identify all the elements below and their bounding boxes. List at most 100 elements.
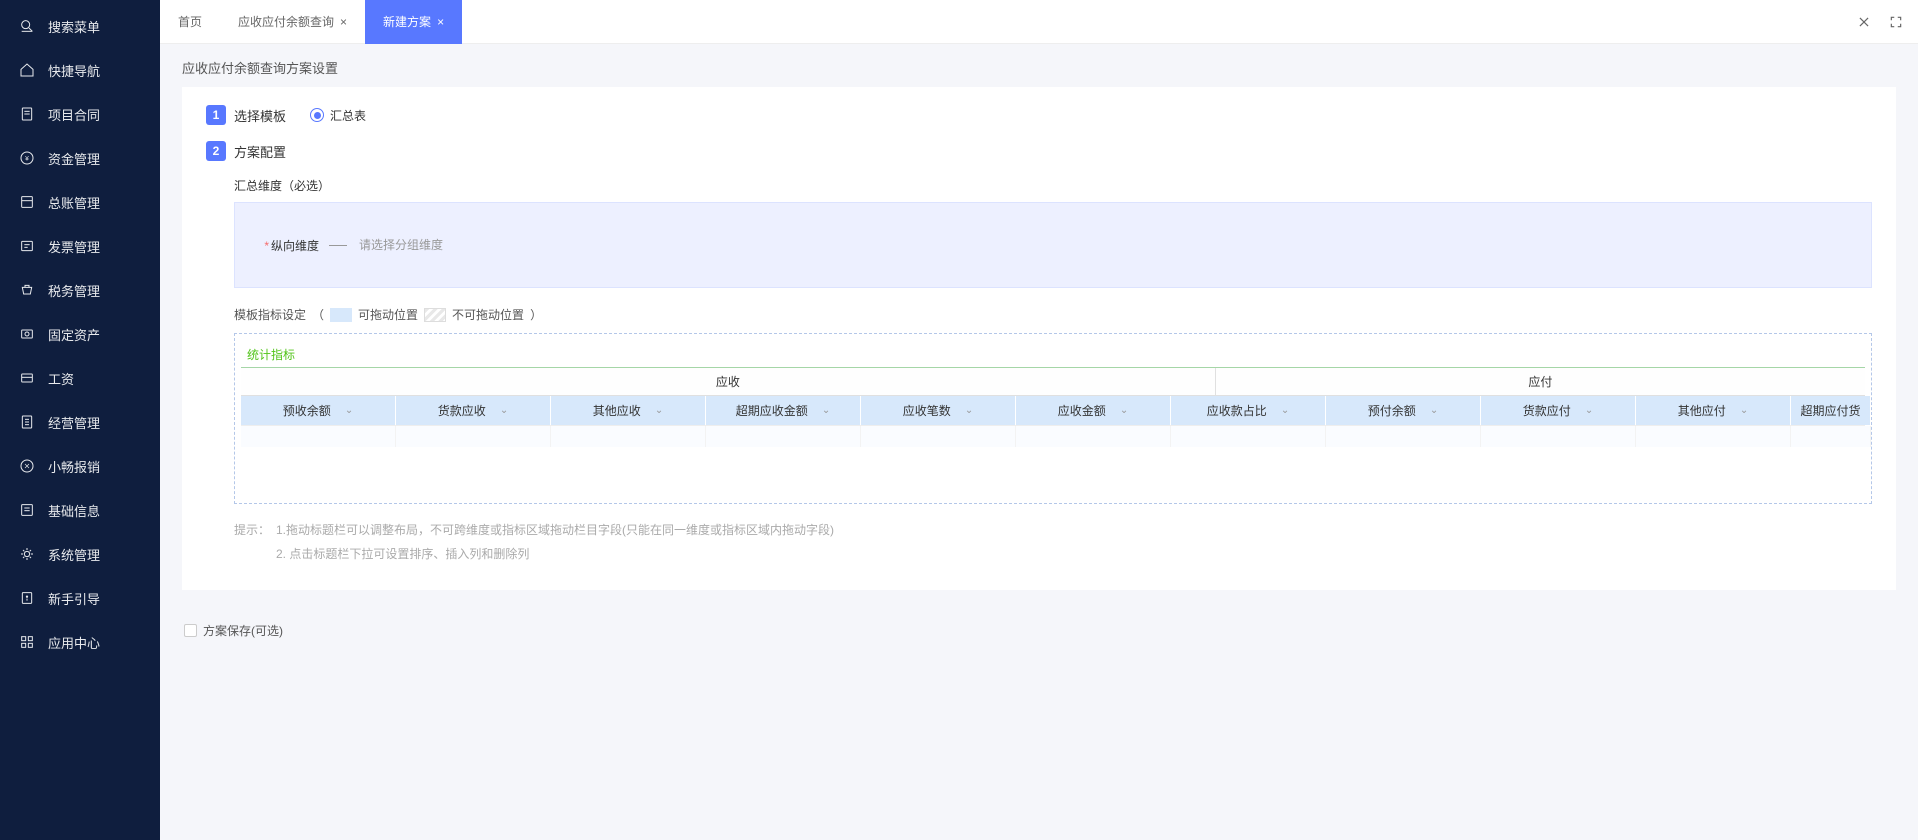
money-icon: ¥ <box>18 149 36 167</box>
guide-icon <box>18 589 36 607</box>
tab-home[interactable]: 首页 <box>160 0 220 44</box>
dimension-box: *纵向维度 <box>234 202 1872 288</box>
col-header[interactable]: 货款应收⌄ <box>396 396 551 425</box>
main: 首页 应收应付余额查询 × 新建方案 × 应收应付余额查询方案设置 <box>160 0 1918 840</box>
sidebar-item-business-mgmt[interactable]: 经营管理 <box>0 400 160 444</box>
save-scheme-row: 方案保存(可选) <box>160 612 1918 659</box>
step-1-label: 选择模板 <box>234 106 286 125</box>
table-data-row <box>241 425 1865 447</box>
sidebar-item-label: 固定资产 <box>48 325 100 344</box>
sidebar-item-label: 新手引导 <box>48 589 100 608</box>
legend-locked-swatch <box>424 308 446 322</box>
col-header[interactable]: 超期应付货 <box>1791 396 1871 425</box>
sidebar-item-label: 基础信息 <box>48 501 100 520</box>
sidebar-item-label: 工资 <box>48 369 74 388</box>
data-cell <box>861 426 1016 447</box>
col-header[interactable]: 应收款占比⌄ <box>1171 396 1326 425</box>
col-header[interactable]: 预付余额⌄ <box>1326 396 1481 425</box>
data-cell <box>1481 426 1636 447</box>
sidebar-item-search-menu[interactable]: 搜索菜单 <box>0 4 160 48</box>
tax-icon <box>18 281 36 299</box>
data-cell <box>551 426 706 447</box>
stat-indicator-label: 统计指标 <box>241 340 1865 367</box>
data-cell <box>1171 426 1326 447</box>
chevron-down-icon: ⌄ <box>1430 405 1438 416</box>
col-header[interactable]: 应收笔数⌄ <box>861 396 1016 425</box>
group-dimension-input[interactable] <box>357 231 467 259</box>
content-area: 应收应付余额查询方案设置 1 选择模板 汇总表 2 方案配 <box>160 44 1918 840</box>
tab-label: 首页 <box>178 13 202 30</box>
system-icon <box>18 545 36 563</box>
col-header[interactable]: 其他应付⌄ <box>1636 396 1791 425</box>
sidebar-item-system-mgmt[interactable]: 系统管理 <box>0 532 160 576</box>
sidebar-item-general-ledger[interactable]: 总账管理 <box>0 180 160 224</box>
ledger-icon <box>18 193 36 211</box>
chevron-down-icon: ⌄ <box>1585 405 1593 416</box>
col-header[interactable]: 应收金额⌄ <box>1016 396 1171 425</box>
dimension-title: 汇总维度（必选） <box>234 177 1872 194</box>
tab-bar: 首页 应收应付余额查询 × 新建方案 × <box>160 0 1918 44</box>
close-icon[interactable]: × <box>340 15 347 29</box>
sidebar-item-salary[interactable]: 工资 <box>0 356 160 400</box>
col-header[interactable]: 其他应收⌄ <box>551 396 706 425</box>
col-header[interactable]: 预收余额⌄ <box>241 396 396 425</box>
chevron-down-icon: ⌄ <box>655 405 663 416</box>
sidebar-item-invoice-mgmt[interactable]: 发票管理 <box>0 224 160 268</box>
divider-icon <box>329 245 347 246</box>
chevron-down-icon: ⌄ <box>822 405 830 416</box>
search-icon <box>18 17 36 35</box>
chevron-down-icon: ⌄ <box>500 405 508 416</box>
sidebar-item-reimburse[interactable]: 小畅报销 <box>0 444 160 488</box>
save-scheme-label: 方案保存(可选) <box>203 622 283 639</box>
indicator-table: 统计指标 应收 应付 预收余额⌄ 货款应收⌄ 其他应收⌄ 超期应收金额⌄ <box>234 333 1872 504</box>
sidebar-item-fund-mgmt[interactable]: ¥ 资金管理 <box>0 136 160 180</box>
sidebar-item-label: 小畅报销 <box>48 457 100 476</box>
sidebar-item-tax-mgmt[interactable]: 税务管理 <box>0 268 160 312</box>
info-icon <box>18 501 36 519</box>
radio-label: 汇总表 <box>330 107 366 124</box>
sidebar-item-label: 资金管理 <box>48 149 100 168</box>
step-2-row: 2 方案配置 <box>206 141 1872 161</box>
invoice-icon <box>18 237 36 255</box>
tab-actions <box>1850 8 1918 36</box>
group-header-receivable: 应收 <box>241 368 1215 396</box>
sidebar-item-guide[interactable]: 新手引导 <box>0 576 160 620</box>
fullscreen-button[interactable] <box>1882 8 1910 36</box>
template-radio-group: 汇总表 <box>310 107 366 124</box>
table-column-row: 预收余额⌄ 货款应收⌄ 其他应收⌄ 超期应收金额⌄ 应收笔数⌄ 应收金额⌄ 应收… <box>241 396 1865 425</box>
contract-icon <box>18 105 36 123</box>
home-icon <box>18 61 36 79</box>
chevron-down-icon: ⌄ <box>345 405 353 416</box>
sidebar-item-project-contract[interactable]: 项目合同 <box>0 92 160 136</box>
legend-draggable-swatch <box>330 308 352 322</box>
data-cell <box>241 426 396 447</box>
table-group-row: 应收 应付 <box>241 367 1865 396</box>
chevron-down-icon: ⌄ <box>1120 405 1128 416</box>
sidebar-item-label: 税务管理 <box>48 281 100 300</box>
col-header[interactable]: 超期应收金额⌄ <box>706 396 861 425</box>
save-scheme-checkbox[interactable] <box>184 624 197 637</box>
svg-text:¥: ¥ <box>25 156 29 163</box>
tips-block: 提示：1.拖动标题栏可以调整布局，不可跨维度或指标区域拖动栏目字段(只能在同一维… <box>234 518 1872 566</box>
sidebar-item-basic-info[interactable]: 基础信息 <box>0 488 160 532</box>
chevron-down-icon: ⌄ <box>1281 405 1289 416</box>
sidebar-item-fixed-asset[interactable]: 固定资产 <box>0 312 160 356</box>
vertical-dimension-label: *纵向维度 <box>259 237 319 254</box>
sidebar-item-quick-nav[interactable]: 快捷导航 <box>0 48 160 92</box>
group-header-payable: 应付 <box>1215 368 1865 396</box>
step-badge-2: 2 <box>206 141 226 161</box>
sidebar-item-app-center[interactable]: 应用中心 <box>0 620 160 664</box>
close-icon[interactable]: × <box>437 15 444 29</box>
tab-new-scheme[interactable]: 新建方案 × <box>365 0 462 44</box>
col-header[interactable]: 货款应付⌄ <box>1481 396 1636 425</box>
radio-summary-table[interactable]: 汇总表 <box>310 107 366 124</box>
page-title: 应收应付余额查询方案设置 <box>160 44 1918 87</box>
chevron-down-icon: ⌄ <box>1740 405 1748 416</box>
close-all-button[interactable] <box>1850 8 1878 36</box>
step-badge-1: 1 <box>206 105 226 125</box>
tab-ar-ap-balance-query[interactable]: 应收应付余额查询 × <box>220 0 365 44</box>
data-cell <box>396 426 551 447</box>
chevron-down-icon: ⌄ <box>965 405 973 416</box>
indicator-legend: 模板指标设定 （ 可拖动位置 不可拖动位置 ） <box>234 306 1872 323</box>
reimburse-icon <box>18 457 36 475</box>
